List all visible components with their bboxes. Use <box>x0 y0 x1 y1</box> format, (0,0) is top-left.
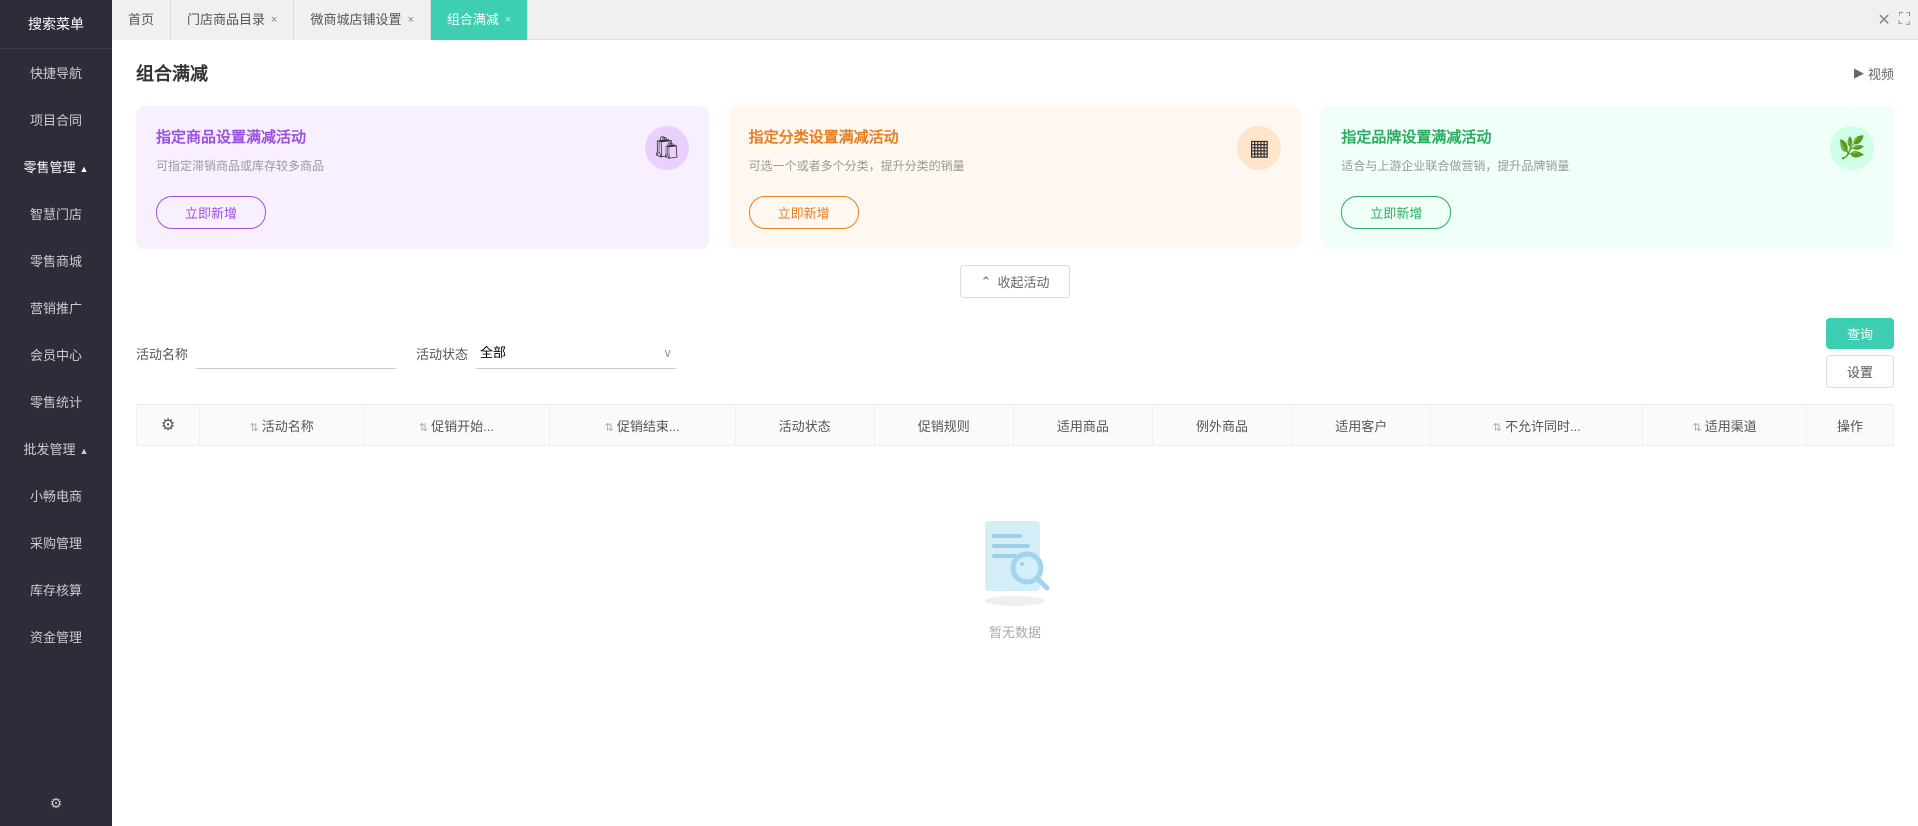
search-bar: 活动名称 活动状态 全部进行中已结束未开始 ∨ 查询 设置 <box>136 318 1894 388</box>
col-activity_name[interactable]: 活动名称 <box>200 405 364 446</box>
setting-button[interactable]: 设置 <box>1826 355 1894 388</box>
video-link[interactable]: ▶ 视频 <box>1854 64 1894 83</box>
activity-card-brand: 🌿指定品牌设置满减活动适合与上游企业联合做营销，提升品牌销量立即新增 <box>1321 106 1894 249</box>
sidebar-item-purchase[interactable]: 采购管理 <box>0 519 112 566</box>
tab-store-catalog[interactable]: 门店商品目录× <box>171 0 294 40</box>
card-desc-brand: 适合与上游企业联合做营销，提升品牌销量 <box>1341 157 1874 176</box>
col-no_concurrent[interactable]: 不允许同时... <box>1431 405 1643 446</box>
card-title-brand: 指定品牌设置满减活动 <box>1341 126 1874 147</box>
tab-close-wechat-store[interactable]: × <box>407 0 413 40</box>
card-icon-product: 🛍 <box>645 126 689 170</box>
card-btn-product[interactable]: 立即新增 <box>156 196 266 229</box>
resize-window-icon[interactable]: ⛶ <box>1899 11 1910 29</box>
empty-state: 暂无数据 <box>136 446 1894 681</box>
gear-icon: ⚙ <box>50 795 63 811</box>
activity-card-category: ▦指定分类设置满减活动可选一个或者多个分类，提升分类的销量立即新增 <box>729 106 1302 249</box>
col-applicable_channel[interactable]: 适用渠道 <box>1643 405 1807 446</box>
card-title-product: 指定商品设置满减活动 <box>156 126 689 147</box>
col-promo_rule: 促销规则 <box>874 405 1013 446</box>
main-area: 首页门店商品目录×微商城店铺设置×组合满减× ✕ ⛶ 组合满减 ▶ 视频 🛍指定… <box>112 0 1918 826</box>
col-promo_start[interactable]: 促销开始... <box>364 405 550 446</box>
sidebar-item-marketing[interactable]: 营销推广 <box>0 284 112 331</box>
sidebar-item-retail-management[interactable]: 零售管理 <box>0 143 112 190</box>
col-applicable_customer: 适用客户 <box>1292 405 1431 446</box>
sidebar-item-member-center[interactable]: 会员中心 <box>0 331 112 378</box>
collapse-icon: ⌃ <box>981 274 992 290</box>
col-promo_end[interactable]: 促销结束... <box>549 405 735 446</box>
activity-cards: 🛍指定商品设置满减活动可指定滞销商品或库存较多商品立即新增▦指定分类设置满减活动… <box>136 106 1894 249</box>
tab-label-home: 首页 <box>128 0 154 40</box>
tab-label-wechat-store: 微商城店铺设置 <box>310 0 401 40</box>
activity-name-field: 活动名称 <box>136 337 396 369</box>
tab-home[interactable]: 首页 <box>112 0 171 40</box>
tab-bar: 首页门店商品目录×微商城店铺设置×组合满减× ✕ ⛶ <box>112 0 1918 40</box>
tab-close-store-catalog[interactable]: × <box>271 0 277 40</box>
activity-name-label: 活动名称 <box>136 344 188 363</box>
sidebar-item-ecommerce[interactable]: 小畅电商 <box>0 472 112 519</box>
col-activity_status: 活动状态 <box>735 405 874 446</box>
sidebar-search[interactable]: 搜索菜单 <box>0 0 112 49</box>
tab-wechat-store[interactable]: 微商城店铺设置× <box>294 0 430 40</box>
col-action: 操作 <box>1807 405 1894 446</box>
page-title: 组合满减 <box>136 60 208 86</box>
gear-icon[interactable]: ⚙ <box>161 417 175 434</box>
activity-status-select-wrapper: 全部进行中已结束未开始 ∨ <box>476 337 676 369</box>
tab-bar-actions: ✕ ⛶ <box>1877 10 1918 30</box>
activity-status-label: 活动状态 <box>416 344 468 363</box>
data-table: ⚙ 活动名称促销开始...促销结束...活动状态促销规则适用商品例外商品适用客户不… <box>136 404 1894 446</box>
play-icon: ▶ <box>1854 65 1864 81</box>
col-settings[interactable]: ⚙ <box>137 405 200 446</box>
sidebar-item-project-contract[interactable]: 项目合同 <box>0 96 112 143</box>
tab-label-store-catalog: 门店商品目录 <box>187 0 265 40</box>
sidebar-settings-btn[interactable]: ⚙ <box>0 781 112 826</box>
search-actions: 查询 设置 <box>1826 318 1894 388</box>
col-exception_product: 例外商品 <box>1152 405 1291 446</box>
query-button[interactable]: 查询 <box>1826 318 1894 349</box>
page-header: 组合满减 ▶ 视频 <box>136 60 1894 86</box>
sidebar-item-quick-nav[interactable]: 快捷导航 <box>0 49 112 96</box>
activity-status-field: 活动状态 全部进行中已结束未开始 ∨ <box>416 337 676 369</box>
main-content: 组合满减 ▶ 视频 🛍指定商品设置满减活动可指定滞销商品或库存较多商品立即新增▦… <box>112 40 1918 826</box>
sidebar-item-wholesale[interactable]: 批发管理 <box>0 425 112 472</box>
video-label: 视频 <box>1868 64 1894 83</box>
card-btn-category[interactable]: 立即新增 <box>749 196 859 229</box>
activity-card-product: 🛍指定商品设置满减活动可指定滞销商品或库存较多商品立即新增 <box>136 106 709 249</box>
sidebar-item-inventory[interactable]: 库存核算 <box>0 566 112 613</box>
sidebar-item-smart-store[interactable]: 智慧门店 <box>0 190 112 237</box>
sidebar-item-retail-mall[interactable]: 零售商城 <box>0 237 112 284</box>
col-applicable_product: 适用商品 <box>1013 405 1152 446</box>
sidebar-item-retail-stats[interactable]: 零售统计 <box>0 378 112 425</box>
tab-combo-discount[interactable]: 组合满减× <box>431 0 528 40</box>
card-desc-product: 可指定滞销商品或库存较多商品 <box>156 157 689 176</box>
card-title-category: 指定分类设置满减活动 <box>749 126 1282 147</box>
sidebar: 搜索菜单 快捷导航项目合同零售管理智慧门店零售商城营销推广会员中心零售统计批发管… <box>0 0 112 826</box>
activity-name-input[interactable] <box>196 337 396 369</box>
card-icon-brand: 🌿 <box>1830 126 1874 170</box>
empty-text: 暂无数据 <box>136 622 1894 641</box>
card-desc-category: 可选一个或者多个分类，提升分类的销量 <box>749 157 1282 176</box>
activity-status-select[interactable]: 全部进行中已结束未开始 <box>476 337 676 369</box>
collapse-bar: ⌃ 收起活动 <box>136 265 1894 298</box>
collapse-btn[interactable]: ⌃ 收起活动 <box>960 265 1071 298</box>
empty-illustration <box>965 506 1065 606</box>
close-window-icon[interactable]: ✕ <box>1877 10 1890 30</box>
sidebar-item-finance[interactable]: 资金管理 <box>0 613 112 660</box>
tab-label-combo-discount: 组合满减 <box>447 0 499 40</box>
card-btn-brand[interactable]: 立即新增 <box>1341 196 1451 229</box>
tab-close-combo-discount[interactable]: × <box>505 0 511 40</box>
collapse-label: 收起活动 <box>997 272 1049 291</box>
